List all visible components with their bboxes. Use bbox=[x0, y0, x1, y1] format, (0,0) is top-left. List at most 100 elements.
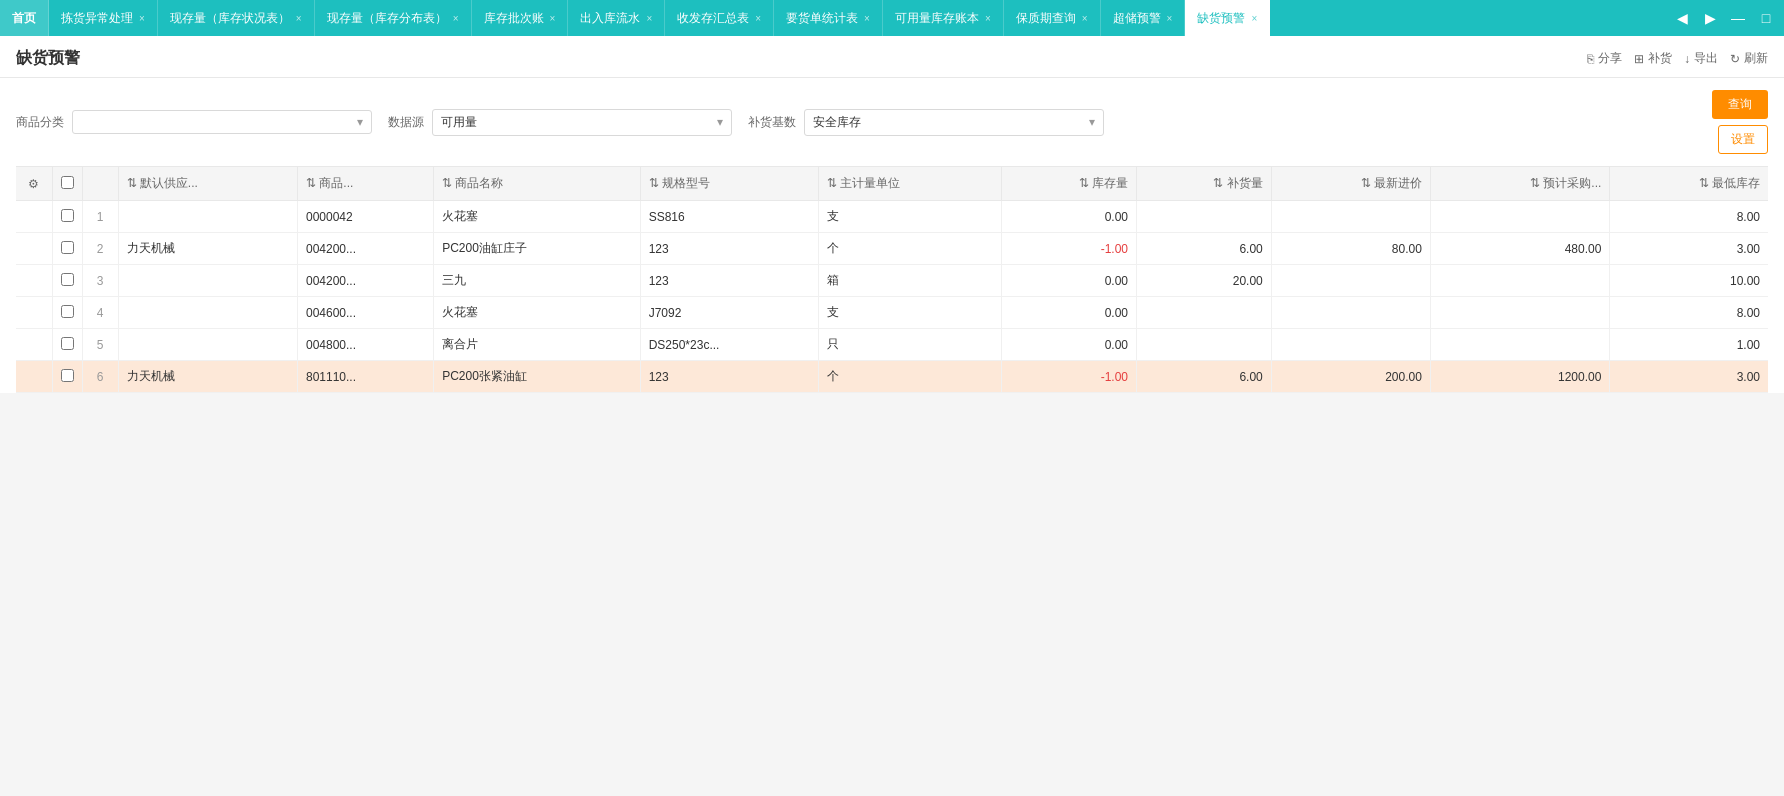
category-arrow-icon: ▾ bbox=[357, 115, 363, 129]
nav-tab-7[interactable]: 要货单统计表 × bbox=[774, 0, 883, 36]
column-checkbox-all[interactable] bbox=[52, 167, 82, 201]
nav-tab-9[interactable]: 保质期查询 × bbox=[1004, 0, 1101, 36]
column-supplier[interactable]: ⇅ 默认供应... bbox=[118, 167, 297, 201]
close-tab-1[interactable]: × bbox=[139, 13, 145, 24]
stock-sort-icon: ⇅ bbox=[1079, 176, 1089, 190]
nav-tab-8[interactable]: 可用量库存账本 × bbox=[883, 0, 1004, 36]
row-gear-3 bbox=[16, 297, 52, 329]
nav-tab-2[interactable]: 现存量（库存状况表） × bbox=[158, 0, 315, 36]
row-spec-5: 123 bbox=[640, 361, 818, 393]
row-checkbox-cell-3[interactable] bbox=[52, 297, 82, 329]
column-min-stock[interactable]: ⇅ 最低库存 bbox=[1610, 167, 1768, 201]
close-tab-7[interactable]: × bbox=[864, 13, 870, 24]
close-tab-11[interactable]: × bbox=[1251, 13, 1257, 24]
row-checkbox-cell-5[interactable] bbox=[52, 361, 82, 393]
row-spec-3: J7092 bbox=[640, 297, 818, 329]
column-unit[interactable]: ⇅ 主计量单位 bbox=[818, 167, 1001, 201]
row-checkbox-cell-4[interactable] bbox=[52, 329, 82, 361]
row-checkbox-3[interactable] bbox=[61, 305, 74, 318]
nav-tab-5[interactable]: 出入库流水 × bbox=[568, 0, 665, 36]
share-button[interactable]: ⎘ 分享 bbox=[1587, 50, 1622, 67]
filter-area: 商品分类 ▾ 数据源 可用量 ▾ 补货基数 安全库存 ▾ 查询 设置 bbox=[0, 78, 1784, 166]
row-stock-3: 0.00 bbox=[1002, 297, 1137, 329]
row-checkbox-cell-0[interactable] bbox=[52, 201, 82, 233]
row-checkbox-cell-1[interactable] bbox=[52, 233, 82, 265]
maximize-window-button[interactable]: □ bbox=[1752, 4, 1780, 32]
row-est-purchase-4 bbox=[1430, 329, 1609, 361]
row-seq-2: 3 bbox=[82, 265, 118, 297]
datasource-label: 数据源 bbox=[388, 114, 424, 131]
nav-tab-3[interactable]: 现存量（库存分布表） × bbox=[315, 0, 472, 36]
nav-tab-10[interactable]: 超储预警 × bbox=[1101, 0, 1186, 36]
supplier-sort-icon: ⇅ bbox=[127, 176, 137, 190]
close-tab-8[interactable]: × bbox=[985, 13, 991, 24]
row-code-0: 0000042 bbox=[297, 201, 433, 233]
column-latest-price[interactable]: ⇅ 最新进价 bbox=[1271, 167, 1430, 201]
row-unit-2: 箱 bbox=[818, 265, 1001, 297]
row-seq-4: 5 bbox=[82, 329, 118, 361]
nav-tab-4[interactable]: 库存批次账 × bbox=[472, 0, 569, 36]
row-latest-price-5: 200.00 bbox=[1271, 361, 1430, 393]
page-title: 缺货预警 bbox=[16, 48, 1587, 69]
category-select[interactable]: ▾ bbox=[72, 110, 372, 134]
datasource-select[interactable]: 可用量 ▾ bbox=[432, 109, 732, 136]
column-gear[interactable]: ⚙ bbox=[16, 167, 52, 201]
row-stock-4: 0.00 bbox=[1002, 329, 1137, 361]
column-code[interactable]: ⇅ 商品... bbox=[297, 167, 433, 201]
row-checkbox-5[interactable] bbox=[61, 369, 74, 382]
column-name[interactable]: ⇅ 商品名称 bbox=[434, 167, 641, 201]
query-button[interactable]: 查询 bbox=[1712, 90, 1768, 119]
table-row: 1 0000042 火花塞 SS816 支 0.00 8.00 bbox=[16, 201, 1768, 233]
export-button[interactable]: ↓ 导出 bbox=[1684, 50, 1718, 67]
scroll-tabs-left-button[interactable]: ◀ bbox=[1668, 4, 1696, 32]
table-row: 3 004200... 三九 123 箱 0.00 20.00 10.00 bbox=[16, 265, 1768, 297]
column-stock[interactable]: ⇅ 库存量 bbox=[1002, 167, 1137, 201]
row-supplier-1: 力天机械 bbox=[118, 233, 297, 265]
select-all-checkbox[interactable] bbox=[61, 176, 74, 189]
row-checkbox-2[interactable] bbox=[61, 273, 74, 286]
column-replenish[interactable]: ⇅ 补货量 bbox=[1137, 167, 1272, 201]
scroll-tabs-right-button[interactable]: ▶ bbox=[1696, 4, 1724, 32]
close-tab-3[interactable]: × bbox=[453, 13, 459, 24]
table-row: 5 004800... 离合片 DS250*23c... 只 0.00 1.00 bbox=[16, 329, 1768, 361]
table-container: ⚙ ⇅ 默认供应... ⇅ 商品... ⇅ bbox=[0, 166, 1784, 393]
close-tab-6[interactable]: × bbox=[755, 13, 761, 24]
replenish-button[interactable]: ⊞ 补货 bbox=[1634, 50, 1672, 67]
close-tab-5[interactable]: × bbox=[646, 13, 652, 24]
basis-value: 安全库存 bbox=[813, 114, 861, 131]
close-tab-2[interactable]: × bbox=[296, 13, 302, 24]
row-code-3: 004600... bbox=[297, 297, 433, 329]
row-stock-0: 0.00 bbox=[1002, 201, 1137, 233]
nav-tab-6[interactable]: 收发存汇总表 × bbox=[665, 0, 774, 36]
row-unit-3: 支 bbox=[818, 297, 1001, 329]
nav-tab-home[interactable]: 首页 bbox=[0, 0, 49, 36]
header-actions: ⎘ 分享 ⊞ 补货 ↓ 导出 ↻ 刷新 bbox=[1587, 50, 1768, 67]
row-name-2: 三九 bbox=[434, 265, 641, 297]
close-tab-10[interactable]: × bbox=[1167, 13, 1173, 24]
basis-arrow-icon: ▾ bbox=[1089, 115, 1095, 129]
row-checkbox-4[interactable] bbox=[61, 337, 74, 350]
nav-tab-11[interactable]: 缺货预警 × bbox=[1185, 0, 1270, 36]
column-est-purchase[interactable]: ⇅ 预计采购... bbox=[1430, 167, 1609, 201]
row-checkbox-0[interactable] bbox=[61, 209, 74, 222]
nav-tab-1[interactable]: 拣货异常处理 × bbox=[49, 0, 158, 36]
close-tab-4[interactable]: × bbox=[550, 13, 556, 24]
share-icon: ⎘ bbox=[1587, 52, 1594, 66]
code-sort-icon: ⇅ bbox=[306, 176, 316, 190]
row-gear-4 bbox=[16, 329, 52, 361]
close-tab-9[interactable]: × bbox=[1082, 13, 1088, 24]
row-est-purchase-3 bbox=[1430, 297, 1609, 329]
column-spec[interactable]: ⇅ 规格型号 bbox=[640, 167, 818, 201]
refresh-button[interactable]: ↻ 刷新 bbox=[1730, 50, 1768, 67]
spec-sort-icon: ⇅ bbox=[649, 176, 659, 190]
settings-button[interactable]: 设置 bbox=[1718, 125, 1768, 154]
minimize-window-button[interactable]: — bbox=[1724, 4, 1752, 32]
est-purchase-sort-icon: ⇅ bbox=[1530, 176, 1540, 190]
row-seq-0: 1 bbox=[82, 201, 118, 233]
row-checkbox-cell-2[interactable] bbox=[52, 265, 82, 297]
row-spec-2: 123 bbox=[640, 265, 818, 297]
row-checkbox-1[interactable] bbox=[61, 241, 74, 254]
basis-select[interactable]: 安全库存 ▾ bbox=[804, 109, 1104, 136]
row-code-2: 004200... bbox=[297, 265, 433, 297]
row-supplier-4 bbox=[118, 329, 297, 361]
